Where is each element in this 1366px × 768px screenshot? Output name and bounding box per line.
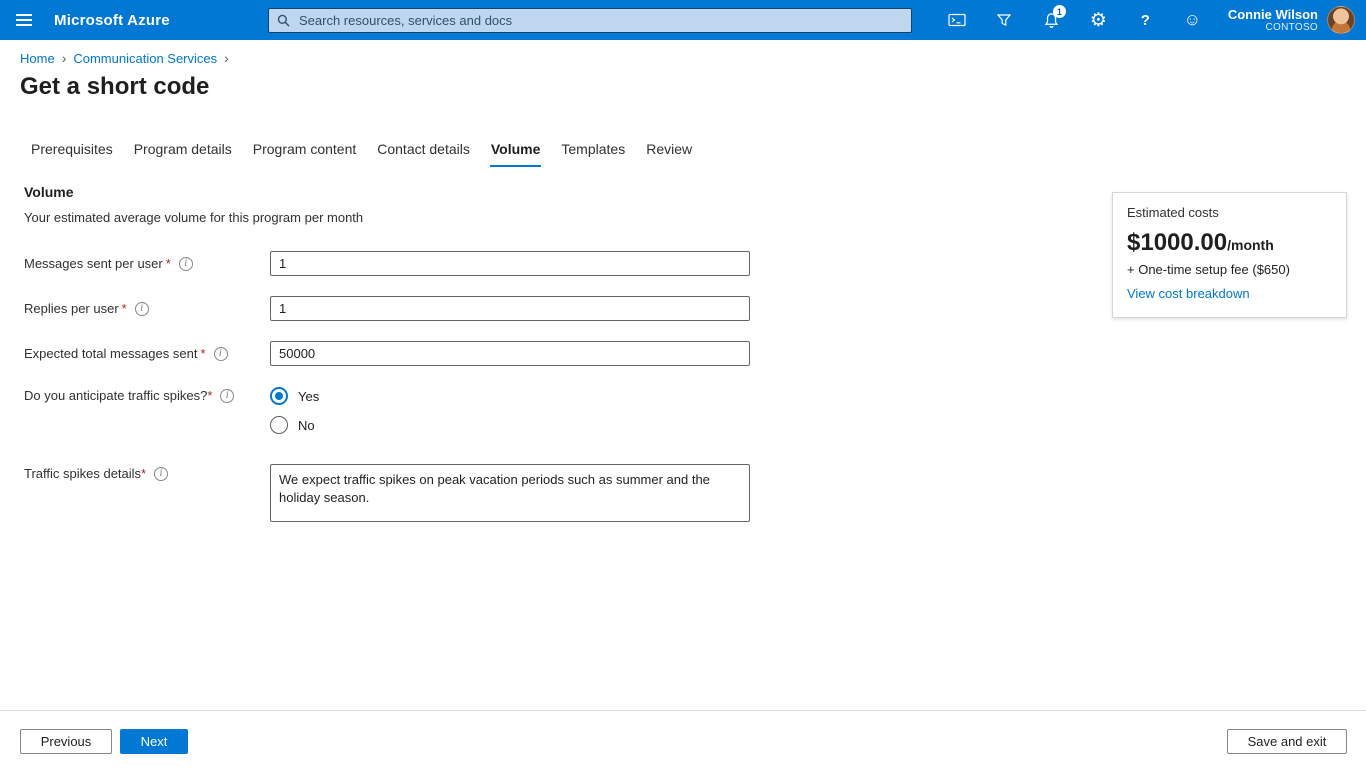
radio-icon <box>270 416 288 434</box>
tab-program-content[interactable]: Program content <box>252 137 358 167</box>
info-icon[interactable] <box>178 256 193 271</box>
filter-icon <box>997 14 1012 27</box>
user-directory: CONTOSO <box>1265 21 1318 33</box>
expected-total-input[interactable] <box>270 341 750 366</box>
page-title: Get a short code <box>20 73 210 100</box>
radio-option-yes[interactable]: Yes <box>270 386 319 406</box>
chevron-right-icon <box>224 51 229 66</box>
form-row: Messages sent per user * <box>24 251 804 276</box>
info-icon[interactable] <box>154 466 169 481</box>
topbar: Microsoft Azure 1 <box>0 0 1366 40</box>
view-cost-breakdown-link[interactable]: View cost breakdown <box>1127 286 1250 301</box>
section-subtitle: Your estimated average volume for this p… <box>24 210 364 225</box>
messages-sent-input[interactable] <box>270 251 750 276</box>
field-label: Do you anticipate traffic spikes? <box>24 388 208 403</box>
replies-input[interactable] <box>270 296 750 321</box>
breadcrumb-home[interactable]: Home <box>20 51 55 66</box>
settings-gear-icon[interactable] <box>1075 0 1122 40</box>
setup-fee: + One-time setup fee ($650) <box>1127 262 1290 277</box>
cost-amount: $1000.00 <box>1127 229 1228 256</box>
tab-prerequisites[interactable]: Prerequisites <box>30 137 114 167</box>
section-title: Volume <box>24 184 74 200</box>
tab-program-details[interactable]: Program details <box>133 137 233 167</box>
cost-card-title: Estimated costs <box>1127 205 1219 220</box>
breadcrumb: Home Communication Services <box>20 51 229 66</box>
volume-form: Volume Your estimated average volume for… <box>24 184 804 542</box>
required-mark: * <box>121 301 127 316</box>
info-icon[interactable] <box>213 346 228 361</box>
feedback-smiley-icon[interactable] <box>1169 0 1216 40</box>
previous-button[interactable]: Previous <box>20 729 112 754</box>
chevron-right-icon <box>62 51 67 66</box>
spike-details-label: Traffic spikes details * <box>24 464 270 481</box>
help-icon[interactable] <box>1122 0 1169 40</box>
tab-review[interactable]: Review <box>645 137 693 167</box>
field-label: Expected total messages sent <box>24 346 198 361</box>
required-mark: * <box>207 388 213 403</box>
topbar-actions: 1 Connie Wilson CONTOSO <box>934 0 1366 40</box>
required-mark: * <box>141 466 147 481</box>
radio-icon <box>270 387 288 405</box>
tab-templates[interactable]: Templates <box>560 137 626 167</box>
estimated-costs-card: Estimated costs $1000.00 /month + One-ti… <box>1112 192 1347 318</box>
cost-period: /month <box>1227 237 1274 253</box>
directory-filter-button[interactable] <box>981 0 1028 40</box>
hamburger-menu-button[interactable] <box>0 0 48 40</box>
form-row: Traffic spikes details* We expect traffi… <box>24 464 804 522</box>
footer-divider <box>0 710 1366 711</box>
info-icon[interactable] <box>220 388 235 403</box>
form-row: Do you anticipate traffic spikes?* Yes N… <box>24 386 804 444</box>
search-input[interactable] <box>297 12 903 29</box>
breadcrumb-communication-services[interactable]: Communication Services <box>73 51 217 66</box>
expected-total-label: Expected total messages sent * <box>24 346 270 361</box>
traffic-spikes-label: Do you anticipate traffic spikes? * <box>24 386 270 403</box>
notifications-button[interactable]: 1 <box>1028 0 1075 40</box>
radio-group: Yes No <box>270 386 319 444</box>
tab-contact-details[interactable]: Contact details <box>376 137 471 167</box>
field-label: Replies per user <box>24 301 119 316</box>
radio-label: No <box>298 417 315 433</box>
form-row: Expected total messages sent * <box>24 341 804 366</box>
save-and-exit-button[interactable]: Save and exit <box>1227 729 1347 754</box>
global-search-box[interactable] <box>268 8 912 33</box>
account-menu[interactable]: Connie Wilson CONTOSO <box>1228 7 1318 34</box>
spike-details-input[interactable]: We expect traffic spikes on peak vacatio… <box>270 464 750 522</box>
info-icon[interactable] <box>134 301 149 316</box>
notification-badge: 1 <box>1052 5 1066 18</box>
radio-option-no[interactable]: No <box>270 415 319 435</box>
field-label: Messages sent per user <box>24 256 163 271</box>
required-mark: * <box>165 256 171 271</box>
next-button[interactable]: Next <box>120 729 188 754</box>
radio-label: Yes <box>298 388 320 404</box>
user-name: Connie Wilson <box>1227 6 1318 22</box>
messages-sent-label: Messages sent per user * <box>24 256 270 271</box>
avatar[interactable] <box>1327 6 1355 34</box>
required-mark: * <box>200 346 206 361</box>
replies-label: Replies per user * <box>24 301 270 316</box>
wizard-tabs: Prerequisites Program details Program co… <box>30 137 712 167</box>
app-title: Microsoft Azure <box>54 11 170 29</box>
search-icon <box>277 14 290 27</box>
cloud-shell-icon <box>948 13 966 27</box>
field-label: Traffic spikes details <box>24 466 142 481</box>
form-row: Replies per user * <box>24 296 804 321</box>
tab-volume[interactable]: Volume <box>489 137 542 167</box>
cloud-shell-button[interactable] <box>934 0 981 40</box>
